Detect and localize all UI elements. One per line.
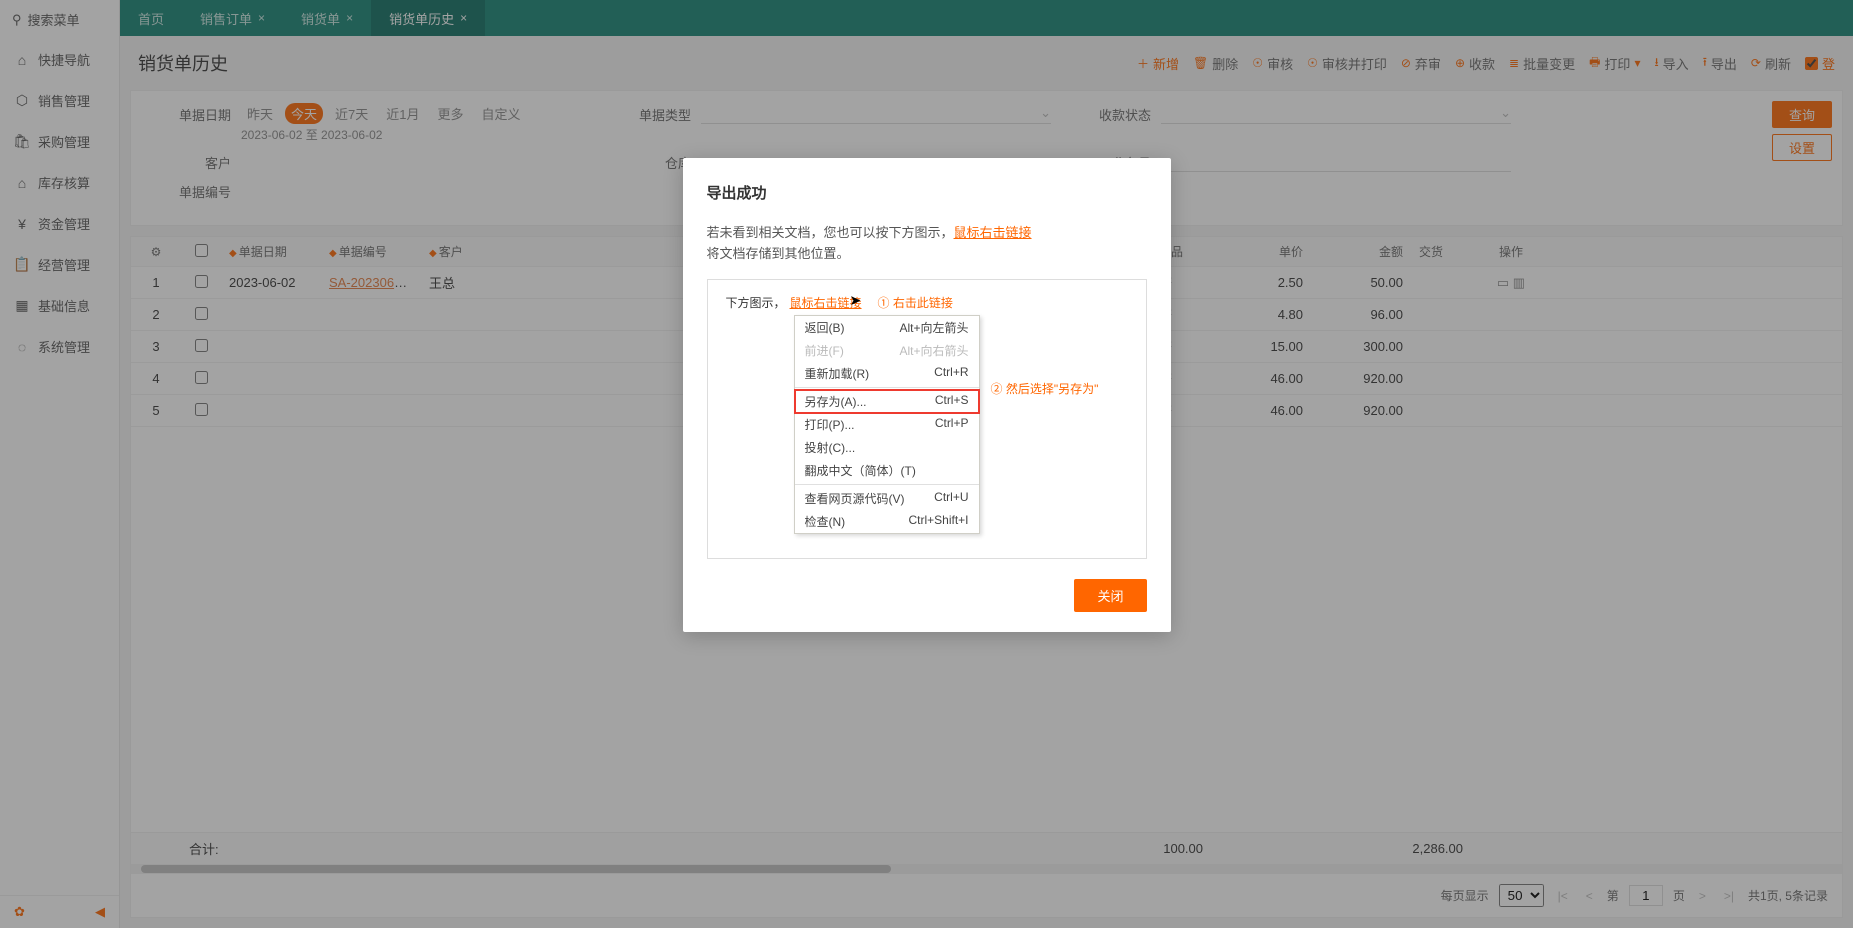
context-menu-item: 检查(N)Ctrl+Shift+I xyxy=(795,510,979,533)
context-menu: 返回(B)Alt+向左箭头前进(F)Alt+向右箭头重新加载(R)Ctrl+R 另… xyxy=(794,315,980,534)
right-click-link[interactable]: 鼠标右击链接 xyxy=(954,225,1032,240)
instruction-diagram: 下方图示， 鼠标右击链接 ➤ ① 右击此链接 返回(B)Alt+向左箭头前进(F… xyxy=(707,279,1147,559)
modal-overlay[interactable]: 导出成功 若未看到相关文档，您也可以按下方图示，鼠标右击链接 将文档存储到其他位… xyxy=(0,0,1853,928)
context-menu-item: 前进(F)Alt+向右箭头 xyxy=(795,339,979,362)
context-menu-item: 重新加载(R)Ctrl+R xyxy=(795,362,979,385)
modal-title: 导出成功 xyxy=(707,182,1147,203)
context-menu-item: 另存为(A)...Ctrl+S xyxy=(795,390,979,413)
context-menu-item: 返回(B)Alt+向左箭头 xyxy=(795,316,979,339)
context-menu-item: 打印(P)...Ctrl+P xyxy=(795,413,979,436)
context-menu-item: 投射(C)... xyxy=(795,436,979,459)
close-button[interactable]: 关闭 xyxy=(1074,579,1146,612)
callout-2: ② 然后选择"另存为" xyxy=(991,380,1099,397)
context-menu-item: 查看网页源代码(V)Ctrl+U xyxy=(795,487,979,510)
context-menu-item: 翻成中文（简体）(T) xyxy=(795,459,979,482)
cursor-icon: ➤ xyxy=(850,292,862,309)
callout-1: ① 右击此链接 xyxy=(878,294,953,311)
export-success-modal: 导出成功 若未看到相关文档，您也可以按下方图示，鼠标右击链接 将文档存储到其他位… xyxy=(683,158,1171,632)
